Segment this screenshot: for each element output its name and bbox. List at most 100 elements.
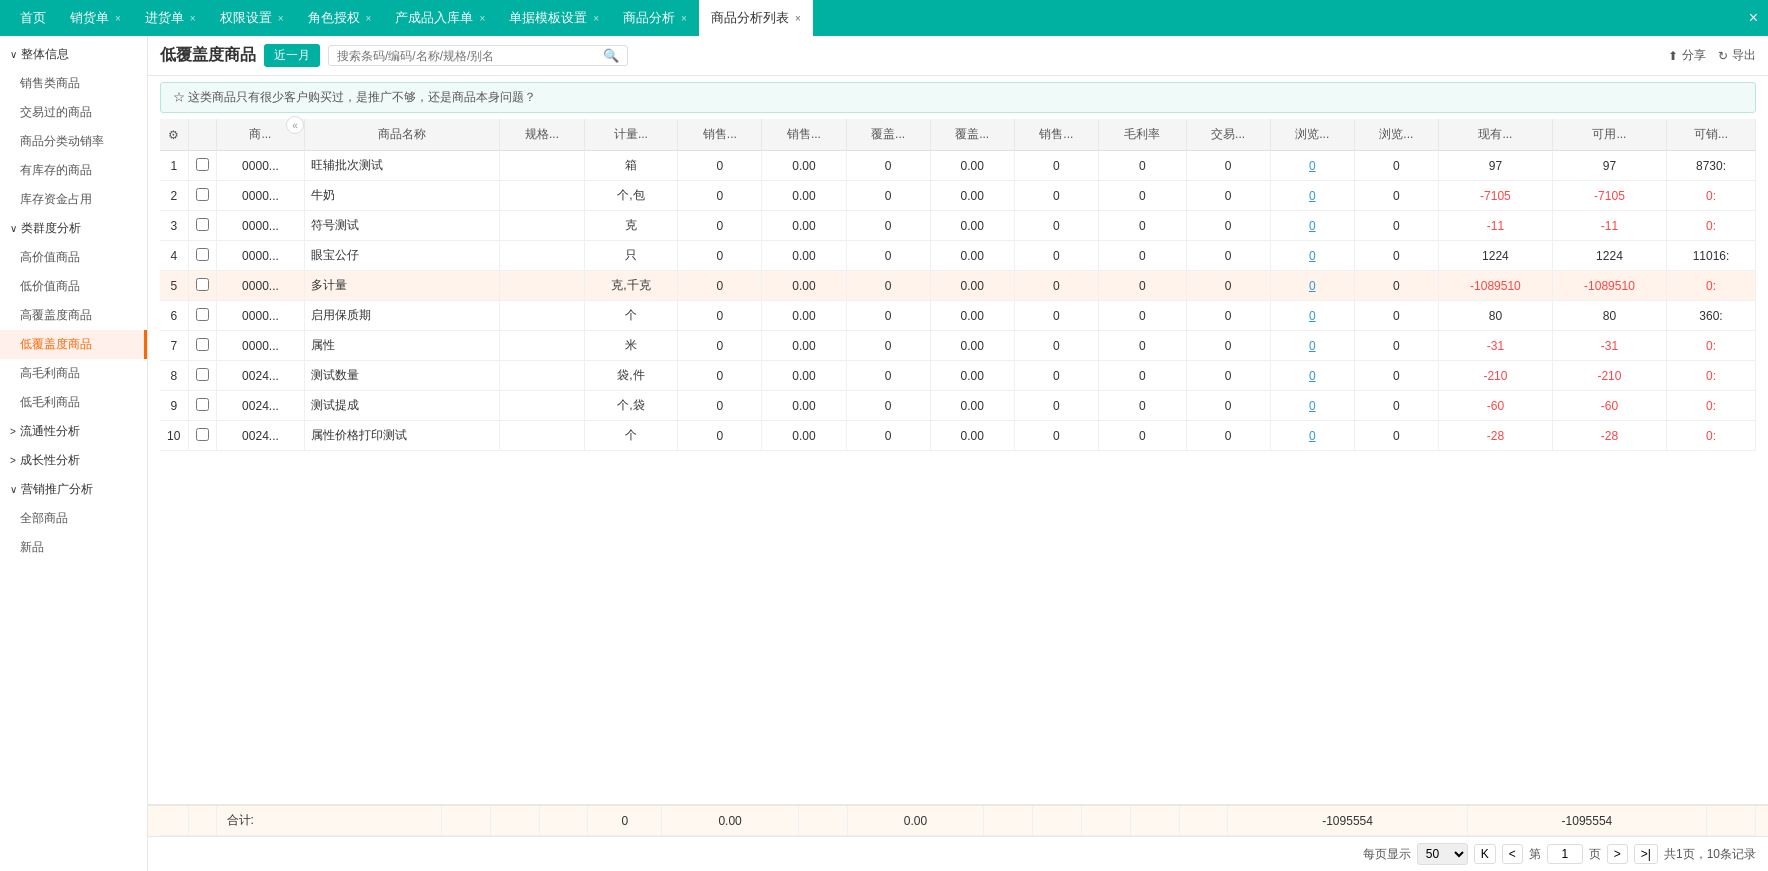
row-browse1[interactable]: 0 <box>1270 301 1354 331</box>
col-name[interactable]: 商品名称 <box>305 119 500 151</box>
total-sales2: 0.00 <box>662 806 799 836</box>
last-page-button[interactable]: >| <box>1634 844 1658 864</box>
col-spec[interactable]: 规格... <box>500 119 584 151</box>
row-checkbox[interactable] <box>188 271 216 301</box>
sidebar-item-category-rate[interactable]: 商品分类动销率 <box>0 127 147 156</box>
nav-permissions[interactable]: 权限设置 × <box>208 0 296 36</box>
row-trade: 0 <box>1186 391 1270 421</box>
close-production-icon[interactable]: × <box>479 13 485 24</box>
col-sellable[interactable]: 可销... <box>1666 119 1755 151</box>
nav-purchase[interactable]: 进货单 × <box>133 0 208 36</box>
row-sellable: 0: <box>1666 181 1755 211</box>
period-button[interactable]: 近一月 <box>264 44 320 67</box>
row-spec <box>500 271 584 301</box>
close-purchase-icon[interactable]: × <box>190 13 196 24</box>
row-browse1[interactable]: 0 <box>1270 361 1354 391</box>
col-sales2[interactable]: 销售... <box>762 119 846 151</box>
col-unit[interactable]: 计量... <box>584 119 678 151</box>
sidebar-item-low-margin[interactable]: 低毛利商品 <box>0 388 147 417</box>
row-browse1[interactable]: 0 <box>1270 181 1354 211</box>
next-page-button[interactable]: > <box>1607 844 1628 864</box>
nav-analysis[interactable]: 商品分析 × <box>611 0 699 36</box>
row-cover2: 0.00 <box>930 391 1014 421</box>
sidebar-section-growth[interactable]: >成长性分析 <box>0 446 147 475</box>
row-checkbox[interactable] <box>188 241 216 271</box>
close-analysis-list-icon[interactable]: × <box>795 13 801 24</box>
sidebar-item-low-value[interactable]: 低价值商品 <box>0 272 147 301</box>
row-checkbox[interactable] <box>188 331 216 361</box>
row-checkbox[interactable] <box>188 361 216 391</box>
col-browse2[interactable]: 浏览... <box>1354 119 1438 151</box>
row-browse1[interactable]: 0 <box>1270 331 1354 361</box>
close-analysis-icon[interactable]: × <box>681 13 687 24</box>
close-sales-icon[interactable]: × <box>115 13 121 24</box>
row-num: 5 <box>160 271 188 301</box>
row-checkbox[interactable] <box>188 151 216 181</box>
col-cover2[interactable]: 覆盖... <box>930 119 1014 151</box>
row-cover1: 0 <box>846 181 930 211</box>
row-unit: 个,袋 <box>584 391 678 421</box>
sidebar-item-low-coverage[interactable]: 低覆盖度商品 <box>0 330 147 359</box>
sidebar-item-high-coverage[interactable]: 高覆盖度商品 <box>0 301 147 330</box>
row-checkbox[interactable] <box>188 421 216 451</box>
row-checkbox[interactable] <box>188 211 216 241</box>
col-sales1[interactable]: 销售... <box>678 119 762 151</box>
row-trade: 0 <box>1186 361 1270 391</box>
col-current[interactable]: 现有... <box>1438 119 1552 151</box>
sidebar-item-traded-goods[interactable]: 交易过的商品 <box>0 98 147 127</box>
nav-home[interactable]: 首页 <box>8 0 58 36</box>
sidebar-section-liquidity[interactable]: >流通性分析 <box>0 417 147 446</box>
sidebar-collapse-button[interactable]: « <box>286 116 304 134</box>
col-settings[interactable]: ⚙ <box>160 119 188 151</box>
sidebar-item-high-margin[interactable]: 高毛利商品 <box>0 359 147 388</box>
search-input[interactable] <box>337 49 603 63</box>
col-browse1[interactable]: 浏览... <box>1270 119 1354 151</box>
sidebar-section-overall[interactable]: ∨整体信息 <box>0 40 147 69</box>
row-gross: 0 <box>1098 391 1186 421</box>
export-button[interactable]: ↻ 导出 <box>1718 47 1756 64</box>
row-browse1[interactable]: 0 <box>1270 421 1354 451</box>
per-page-select[interactable]: 50 20 100 <box>1417 843 1468 865</box>
sidebar-item-sales-goods[interactable]: 销售类商品 <box>0 69 147 98</box>
close-roles-icon[interactable]: × <box>366 13 372 24</box>
row-browse1[interactable]: 0 <box>1270 241 1354 271</box>
row-browse1[interactable]: 0 <box>1270 391 1354 421</box>
sidebar-item-in-stock[interactable]: 有库存的商品 <box>0 156 147 185</box>
row-browse1[interactable]: 0 <box>1270 211 1354 241</box>
sidebar-section-marketing[interactable]: ∨营销推广分析 <box>0 475 147 504</box>
close-permissions-icon[interactable]: × <box>278 13 284 24</box>
sidebar-item-high-value[interactable]: 高价值商品 <box>0 243 147 272</box>
pagination: 每页显示 50 20 100 K < 第 页 > >| 共1页，10条记录 <box>1363 843 1756 865</box>
row-name: 符号测试 <box>305 211 500 241</box>
nav-sales[interactable]: 销货单 × <box>58 0 133 36</box>
nav-analysis-list[interactable]: 商品分析列表 × <box>699 0 813 36</box>
first-page-button[interactable]: K <box>1474 844 1496 864</box>
row-checkbox[interactable] <box>188 391 216 421</box>
col-trade[interactable]: 交易... <box>1186 119 1270 151</box>
col-avail[interactable]: 可用... <box>1552 119 1666 151</box>
nav-production[interactable]: 产成品入库单 × <box>383 0 497 36</box>
sidebar-section-group[interactable]: ∨类群度分析 <box>0 214 147 243</box>
row-browse1[interactable]: 0 <box>1270 151 1354 181</box>
row-sellable: 0: <box>1666 211 1755 241</box>
row-checkbox[interactable] <box>188 181 216 211</box>
col-cover1[interactable]: 覆盖... <box>846 119 930 151</box>
sidebar-item-stock-capital[interactable]: 库存资金占用 <box>0 185 147 214</box>
table-row: 7 0000... 属性 米 0 0.00 0 0.00 0 0 0 0 0 -… <box>160 331 1756 361</box>
share-button[interactable]: ⬆ 分享 <box>1668 47 1706 64</box>
col-sales3[interactable]: 销售... <box>1014 119 1098 151</box>
sidebar-item-new-goods[interactable]: 新品 <box>0 533 147 562</box>
prev-page-button[interactable]: < <box>1502 844 1523 864</box>
nav-roles[interactable]: 角色授权 × <box>296 0 384 36</box>
col-gross[interactable]: 毛利率 <box>1098 119 1186 151</box>
row-checkbox[interactable] <box>188 301 216 331</box>
main-layout: ∨整体信息 销售类商品 交易过的商品 商品分类动销率 有库存的商品 库存资金占用… <box>0 36 1768 871</box>
sidebar-item-all-goods[interactable]: 全部商品 <box>0 504 147 533</box>
nav-template[interactable]: 单据模板设置 × <box>497 0 611 36</box>
close-template-icon[interactable]: × <box>593 13 599 24</box>
section-arrow-group: ∨ <box>10 223 17 234</box>
page-number-input[interactable] <box>1547 844 1583 864</box>
close-all-tabs-button[interactable]: × <box>1749 9 1758 27</box>
table-row: 9 0024... 测试提成 个,袋 0 0.00 0 0.00 0 0 0 0… <box>160 391 1756 421</box>
row-browse1[interactable]: 0 <box>1270 271 1354 301</box>
